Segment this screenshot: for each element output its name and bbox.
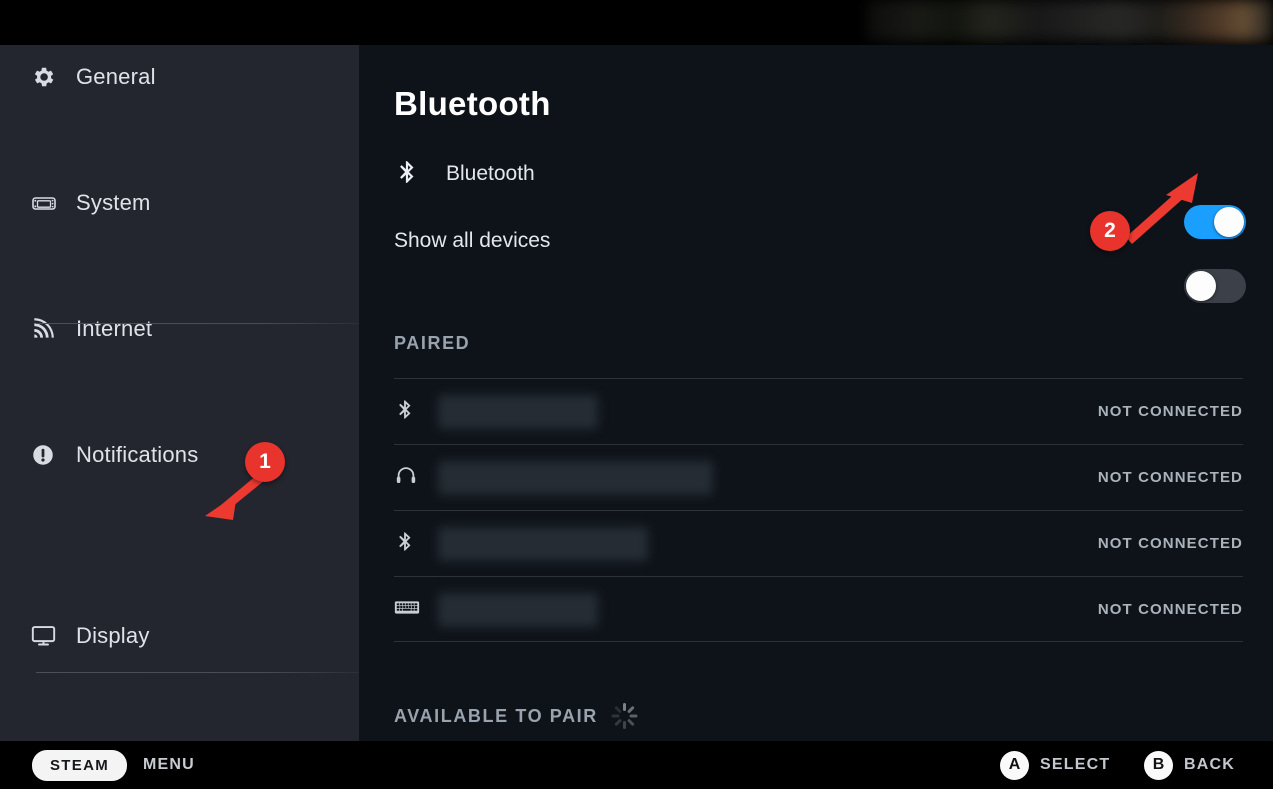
sidebar-item-internet[interactable]: Internet	[0, 297, 359, 360]
wifi-icon	[30, 316, 76, 342]
paired-label: PAIRED	[394, 333, 471, 353]
device-name	[438, 592, 598, 627]
loading-spinner-icon	[611, 703, 638, 729]
notification-icon	[30, 442, 76, 468]
sidebar-item-label: Display	[76, 622, 150, 648]
device-name	[438, 394, 598, 429]
bluetooth-icon	[394, 158, 446, 191]
sidebar-item-label: General	[76, 63, 156, 89]
hint-back[interactable]: B BACK	[1144, 750, 1236, 780]
available-label: AVAILABLE TO PAIR	[394, 705, 598, 726]
status-badge: NOT CONNECTED	[1097, 601, 1243, 618]
annotation-badge-1: 1	[245, 442, 285, 482]
status-badge: NOT CONNECTED	[1097, 403, 1243, 420]
sidebar-item-label: System	[76, 189, 151, 215]
bluetooth-icon	[394, 529, 438, 559]
sidebar-item-system[interactable]: System	[0, 171, 359, 234]
top-bar	[0, 0, 1273, 45]
table-row[interactable]: NOT CONNECTED	[394, 511, 1243, 576]
page-title: Bluetooth	[394, 85, 551, 122]
button-b-icon: B	[1144, 750, 1173, 780]
gear-icon	[30, 64, 76, 90]
keyboard-icon	[394, 598, 438, 622]
toggle-knob	[1186, 271, 1216, 301]
menu-label: MENU	[143, 756, 195, 773]
status-badge: NOT CONNECTED	[1097, 469, 1243, 486]
monitor-icon	[30, 622, 76, 649]
annotation-arrow-2	[1126, 173, 1198, 244]
setting-label: Show all devices	[394, 229, 551, 252]
device-name	[438, 460, 713, 495]
main-content: Bluetooth Bluetooth Show all devices PAI…	[359, 45, 1273, 741]
handheld-icon	[30, 189, 76, 217]
hint-label: SELECT	[1040, 756, 1111, 773]
bluetooth-icon	[394, 397, 438, 427]
sidebar-item-general[interactable]: General	[0, 45, 359, 108]
status-badge: NOT CONNECTED	[1097, 535, 1243, 552]
available-section-header: AVAILABLE TO PAIR	[394, 703, 638, 729]
sidebar-item-display[interactable]: Display	[0, 604, 359, 667]
hint-label: BACK	[1184, 756, 1236, 773]
table-row[interactable]: NOT CONNECTED	[394, 445, 1243, 510]
device-name	[438, 526, 648, 561]
blurred-region	[866, 0, 1273, 41]
show-all-devices-toggle[interactable]	[1184, 269, 1246, 303]
sidebar-item-notifications[interactable]: Notifications	[0, 423, 359, 486]
setting-label: Bluetooth	[446, 162, 535, 185]
bottom-bar: STEAM MENU A SELECT B BACK	[0, 741, 1273, 789]
steam-button[interactable]: STEAM	[32, 749, 127, 781]
button-a-icon: A	[1000, 750, 1029, 780]
annotation-badge-2: 2	[1090, 211, 1130, 251]
hint-select[interactable]: A SELECT	[1000, 750, 1111, 780]
headphones-icon	[394, 463, 438, 492]
toggle-knob	[1214, 207, 1244, 237]
paired-section-header: PAIRED	[394, 333, 470, 354]
sidebar-item-label: Notifications	[76, 441, 199, 467]
sidebar-divider-1	[36, 323, 359, 324]
sidebar: General System Internet Notifications Di…	[0, 45, 359, 774]
sidebar-item-label: Internet	[76, 315, 153, 341]
sidebar-divider-2	[36, 672, 359, 673]
setting-row-bluetooth[interactable]: Bluetooth	[394, 151, 1243, 197]
table-row[interactable]: NOT CONNECTED	[394, 379, 1243, 444]
table-row[interactable]: NOT CONNECTED	[394, 577, 1243, 642]
